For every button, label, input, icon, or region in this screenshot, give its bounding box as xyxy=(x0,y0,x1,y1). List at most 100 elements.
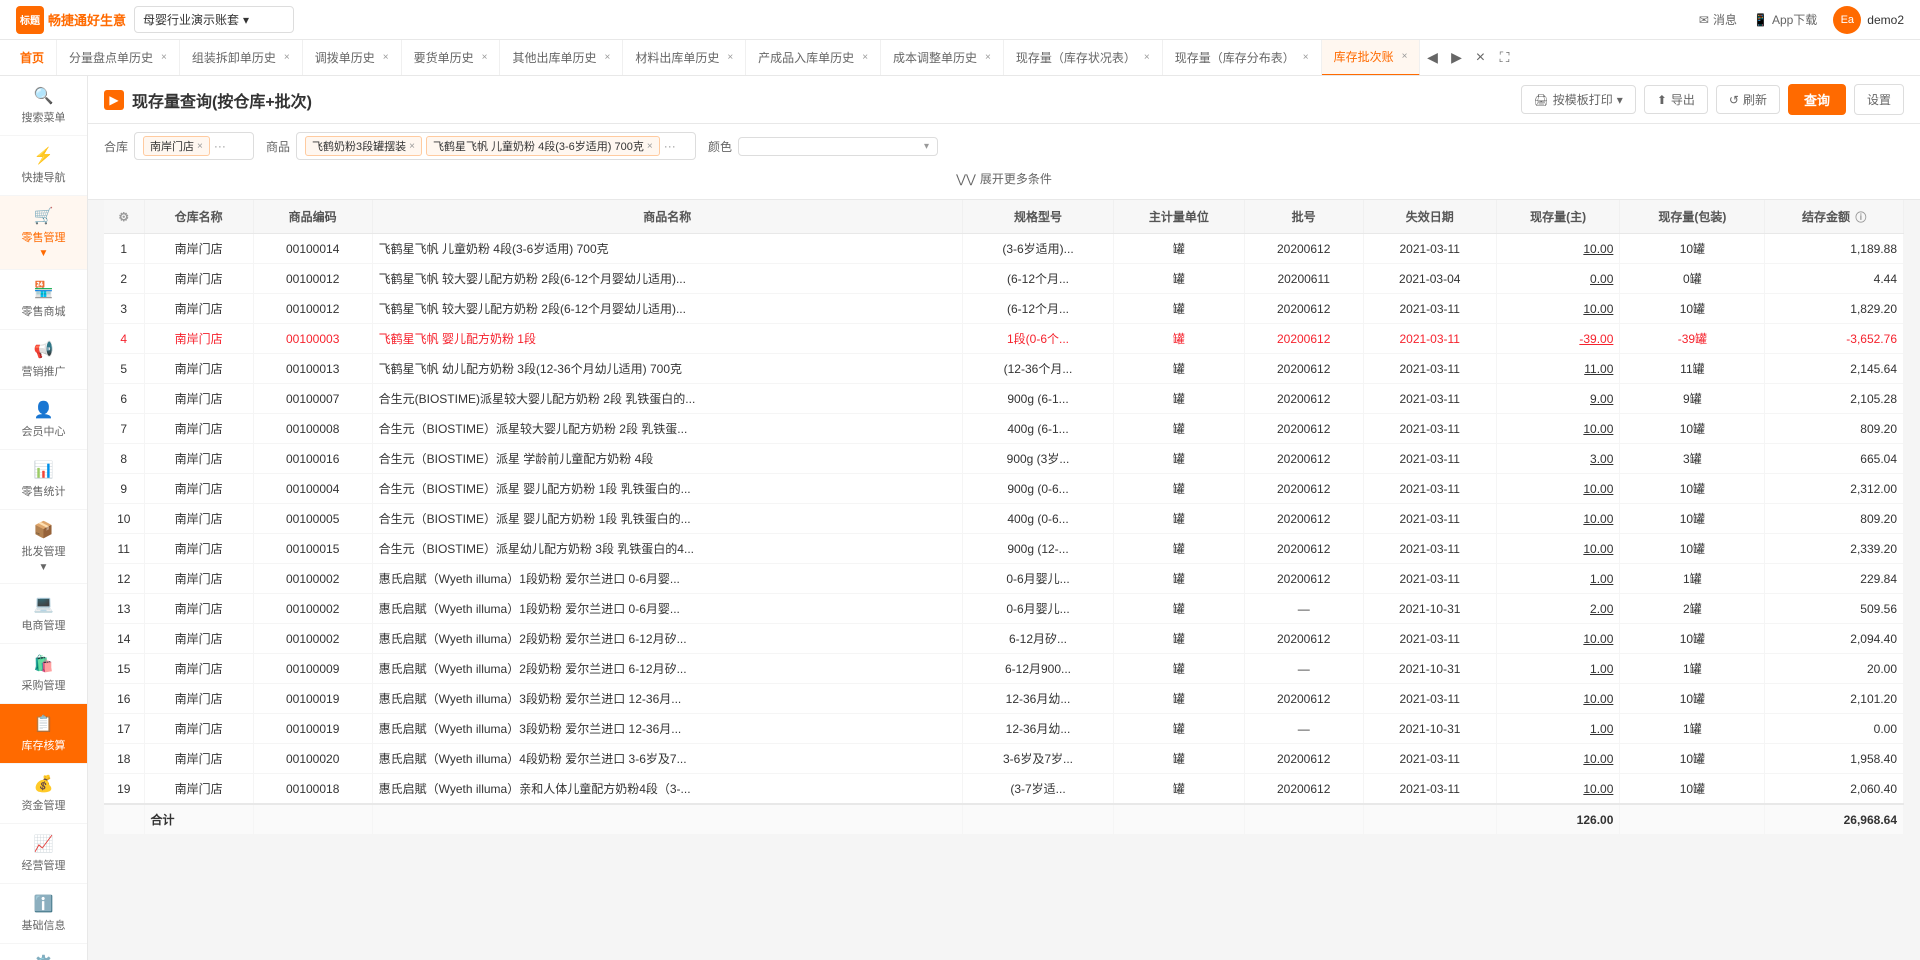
tab-home[interactable]: 首页 xyxy=(8,40,57,76)
sidebar-item-finance[interactable]: 💰 资金管理 xyxy=(0,764,87,824)
tab-next-btn[interactable]: ▶ xyxy=(1444,40,1468,76)
row-batch: 20200612 xyxy=(1244,324,1363,354)
row-unit: 罐 xyxy=(1114,684,1245,714)
sidebar-item-purchase[interactable]: 🛍️ 采购管理 xyxy=(0,644,87,704)
sidebar-item-basic[interactable]: ℹ️ 基础信息 xyxy=(0,884,87,944)
tab-close-icon[interactable]: × xyxy=(1144,52,1150,63)
tab-close-icon[interactable]: × xyxy=(727,52,733,63)
row-qty[interactable]: 10.00 xyxy=(1496,294,1620,324)
tab-chanpin[interactable]: 产成品入库单历史 × xyxy=(746,40,881,76)
tab-close-all-btn[interactable]: × xyxy=(1468,40,1492,76)
tab-kucun[interactable]: 库存批次账 × xyxy=(1322,40,1421,76)
tab-zuzhuang[interactable]: 组装拆卸单历史 × xyxy=(180,40,303,76)
row-qty[interactable]: 10.00 xyxy=(1496,414,1620,444)
tab-xiancun2[interactable]: 现存量（库存分布表） × xyxy=(1163,40,1322,76)
tab-cailiao[interactable]: 材料出库单历史 × xyxy=(623,40,746,76)
sidebar-item-marketing[interactable]: 📢 营销推广 xyxy=(0,330,87,390)
remove-goods-tag-2[interactable]: × xyxy=(647,141,653,152)
sidebar-item-ecommerce[interactable]: 💻 电商管理 xyxy=(0,584,87,644)
warehouse-tag-group[interactable]: 南岸门店 × ··· xyxy=(134,132,254,160)
avatar[interactable]: Ea xyxy=(1833,6,1861,34)
tab-close-icon[interactable]: × xyxy=(284,52,290,63)
sidebar-item-wholesale[interactable]: 📦 批发管理 ▼ xyxy=(0,510,87,584)
tab-close-icon[interactable]: × xyxy=(383,52,389,63)
row-qty[interactable]: 11.00 xyxy=(1496,354,1620,384)
tab-yaohuo[interactable]: 要货单历史 × xyxy=(402,40,501,76)
row-qty[interactable]: 0.00 xyxy=(1496,264,1620,294)
color-dropdown-icon[interactable]: ▾ xyxy=(924,141,929,152)
color-filter: 颜色 ▾ xyxy=(708,137,938,156)
expand-sidebar-btn[interactable]: ▶ xyxy=(104,90,124,110)
tab-xiancun1[interactable]: 现存量（库存状况表） × xyxy=(1004,40,1163,76)
col-settings: ⚙ xyxy=(104,200,144,234)
row-qty[interactable]: 1.00 xyxy=(1496,564,1620,594)
export-btn[interactable]: ⬆ 导出 xyxy=(1644,85,1708,114)
row-qty[interactable]: 10.00 xyxy=(1496,684,1620,714)
row-code: 00100016 xyxy=(253,444,372,474)
row-qty[interactable]: 10.00 xyxy=(1496,744,1620,774)
remove-warehouse-tag[interactable]: × xyxy=(197,141,203,152)
app-download-btn[interactable]: 📱 App下载 xyxy=(1753,11,1817,28)
row-name: 惠氏启賦（Wyeth illuma）3段奶粉 爱尔兰进口 12-36月... xyxy=(372,684,962,714)
tab-close-icon[interactable]: × xyxy=(482,52,488,63)
tab-fenliang[interactable]: 分量盘点单历史 × xyxy=(57,40,180,76)
tab-close-icon[interactable]: × xyxy=(161,52,167,63)
tab-close-icon[interactable]: × xyxy=(604,52,610,63)
amount-info-icon[interactable]: ⓘ xyxy=(1855,212,1866,224)
row-qty[interactable]: 1.00 xyxy=(1496,654,1620,684)
tab-close-icon[interactable]: × xyxy=(862,52,868,63)
tab-close-icon[interactable]: × xyxy=(1402,51,1408,62)
sidebar-item-member[interactable]: 👤 会员中心 xyxy=(0,390,87,450)
tab-qitachu[interactable]: 其他出库单历史 × xyxy=(500,40,623,76)
warehouse-selector[interactable]: 母婴行业演示账套 ▾ xyxy=(134,6,294,33)
row-qty[interactable]: -39.00 xyxy=(1496,324,1620,354)
sidebar-item-nav[interactable]: ⚡ 快捷导航 xyxy=(0,136,87,196)
sidebar-item-system[interactable]: ⚙️ 系统管理 xyxy=(0,944,87,960)
sidebar-item-inventory[interactable]: 📋 库存核算 xyxy=(0,704,87,764)
table-row: 11南岸门店00100015合生元（BIOSTIME）派星幼儿配方奶粉 3段 乳… xyxy=(104,534,1904,564)
remove-goods-tag-1[interactable]: × xyxy=(409,141,415,152)
sidebar-item-shop[interactable]: 🏪 零售商城 xyxy=(0,270,87,330)
row-qty[interactable]: 10.00 xyxy=(1496,534,1620,564)
row-qty[interactable]: 10.00 xyxy=(1496,624,1620,654)
row-amount: 1,829.20 xyxy=(1765,294,1904,324)
table-row: 5南岸门店00100013飞鹤星飞帆 幼儿配方奶粉 3段(12-36个月幼儿适用… xyxy=(104,354,1904,384)
tab-prev-btn[interactable]: ◀ xyxy=(1420,40,1444,76)
table-row: 1南岸门店00100014飞鹤星飞帆 儿童奶粉 4段(3-6岁适用) 700克(… xyxy=(104,234,1904,264)
settings-btn[interactable]: 设置 xyxy=(1854,84,1904,115)
tab-close-icon[interactable]: × xyxy=(1303,52,1309,63)
goods-tag-group[interactable]: 飞鹤奶粉3段罐摆装 × 飞鹤星飞帆 儿童奶粉 4段(3-6岁适用) 700克 ×… xyxy=(296,132,696,160)
tab-close-icon[interactable]: × xyxy=(985,52,991,63)
table-row: 9南岸门店00100004合生元（BIOSTIME）派星 婴儿配方奶粉 1段 乳… xyxy=(104,474,1904,504)
row-amount: 2,312.00 xyxy=(1765,474,1904,504)
tab-max-btn[interactable]: ⛶ xyxy=(1492,40,1516,76)
sidebar-item-stats[interactable]: 📊 零售统计 xyxy=(0,450,87,510)
expand-btn[interactable]: ⋁⋁ 展开更多条件 xyxy=(956,170,1052,187)
print-btn[interactable]: 🖨 按模板打印 ▾ xyxy=(1521,85,1636,114)
tab-diaob[interactable]: 调拨单历史 × xyxy=(303,40,402,76)
row-qty[interactable]: 9.00 xyxy=(1496,384,1620,414)
refresh-btn[interactable]: ↺ 刷新 xyxy=(1716,85,1780,114)
row-num: 17 xyxy=(104,714,144,744)
row-unit: 罐 xyxy=(1114,384,1245,414)
tab-chengben[interactable]: 成本调整单历史 × xyxy=(881,40,1004,76)
query-btn[interactable]: 查询 xyxy=(1788,84,1846,115)
row-qty[interactable]: 10.00 xyxy=(1496,474,1620,504)
messages-btn[interactable]: ✉ 消息 xyxy=(1699,11,1737,28)
row-qty[interactable]: 2.00 xyxy=(1496,594,1620,624)
row-qty[interactable]: 10.00 xyxy=(1496,774,1620,805)
row-qty[interactable]: 10.00 xyxy=(1496,504,1620,534)
row-num: 7 xyxy=(104,414,144,444)
sidebar-item-search[interactable]: 🔍 搜索菜单 xyxy=(0,76,87,136)
row-spec: 0-6月婴儿... xyxy=(962,594,1113,624)
table-settings-icon[interactable]: ⚙ xyxy=(118,210,129,224)
sidebar-item-operations[interactable]: 📈 经营管理 xyxy=(0,824,87,884)
goods-ellipsis[interactable]: ··· xyxy=(664,139,676,153)
sidebar-item-retail[interactable]: 🛒 零售管理 ▼ xyxy=(0,196,87,270)
row-batch: 20200612 xyxy=(1244,684,1363,714)
row-qty[interactable]: 3.00 xyxy=(1496,444,1620,474)
row-qty[interactable]: 10.00 xyxy=(1496,234,1620,264)
color-filter-input[interactable]: ▾ xyxy=(738,137,938,156)
row-qty[interactable]: 1.00 xyxy=(1496,714,1620,744)
warehouse-ellipsis[interactable]: ··· xyxy=(214,139,226,153)
